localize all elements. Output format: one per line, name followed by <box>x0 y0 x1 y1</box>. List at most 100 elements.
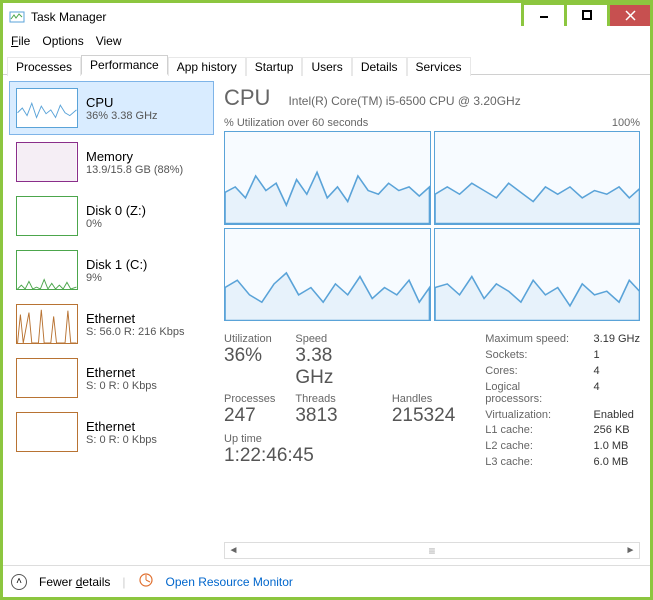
cores-k: Cores: <box>485 365 577 380</box>
sidebar-item-sub: 13.9/15.8 GB (88%) <box>86 164 183 176</box>
window-frame: Task Manager File Options View Processes… <box>0 0 653 600</box>
main-header: CPU Intel(R) Core(TM) i5-6500 CPU @ 3.20… <box>224 85 640 111</box>
sidebar-item-title: Ethernet <box>86 419 157 434</box>
utilization-value: 36% <box>224 345 275 367</box>
sockets-v: 1 <box>594 349 640 364</box>
sidebar-item-title: Ethernet <box>86 365 157 380</box>
sidebar-label: CPU 36% 3.38 GHz <box>86 88 158 128</box>
app-icon <box>9 9 25 25</box>
l2-v: 1.0 MB <box>594 440 640 455</box>
tab-services[interactable]: Services <box>407 57 471 76</box>
tab-details[interactable]: Details <box>352 57 407 76</box>
sidebar-item-sub: 9% <box>86 272 147 284</box>
scroll-track[interactable]: ≡ <box>242 544 622 558</box>
cpu-chart-grid[interactable] <box>224 131 640 321</box>
sidebar-item-ethernet0[interactable]: Ethernet S: 56.0 R: 216 Kbps <box>9 297 214 351</box>
tab-app-history[interactable]: App history <box>168 57 246 76</box>
sidebar-item-cpu[interactable]: CPU 36% 3.38 GHz <box>9 81 214 135</box>
uptime-value: 1:22:46:45 <box>224 445 455 467</box>
main-panel: CPU Intel(R) Core(TM) i5-6500 CPU @ 3.20… <box>220 81 644 559</box>
sidebar-label: Disk 1 (C:) 9% <box>86 250 147 290</box>
sidebar-item-sub: 0% <box>86 218 146 230</box>
tab-processes[interactable]: Processes <box>7 57 81 76</box>
cpu-chart-2[interactable] <box>224 228 431 322</box>
stats-area: Utilization 36% Speed 3.38 GHz Processes… <box>224 333 640 471</box>
horizontal-scrollbar[interactable]: ◄ ≡ ► <box>224 542 640 559</box>
l3-k: L3 cache: <box>485 456 577 471</box>
sidebar-item-disk1[interactable]: Disk 1 (C:) 9% <box>9 243 214 297</box>
cpu-chart-0[interactable] <box>224 131 431 225</box>
window-controls <box>524 2 653 30</box>
tab-startup[interactable]: Startup <box>246 57 303 76</box>
virt-v: Enabled <box>594 409 640 424</box>
maximize-button[interactable] <box>564 2 610 26</box>
chart-label-row: % Utilization over 60 seconds 100% <box>224 117 640 129</box>
sockets-k: Sockets: <box>485 349 577 364</box>
threads-label: Threads <box>295 393 372 405</box>
ethernet-thumb <box>16 412 78 452</box>
disk-thumb <box>16 196 78 236</box>
speed-label: Speed <box>295 333 372 345</box>
cpu-thumb <box>16 88 78 128</box>
sidebar-label: Disk 0 (Z:) 0% <box>86 196 146 236</box>
stats-right-block: Maximum speed: 3.19 GHz Sockets: 1 Cores: 4… <box>485 333 640 471</box>
sidebar-label: Ethernet S: 0 R: 0 Kbps <box>86 358 157 398</box>
separator: | <box>122 575 125 589</box>
sidebar-item-memory[interactable]: Memory 13.9/15.8 GB (88%) <box>9 135 214 189</box>
sidebar-item-ethernet2[interactable]: Ethernet S: 0 R: 0 Kbps <box>9 405 214 459</box>
l3-v: 6.0 MB <box>594 456 640 471</box>
speed-value: 3.38 GHz <box>295 345 372 389</box>
titlebar[interactable]: Task Manager <box>3 3 650 31</box>
chart-left-label: % Utilization over 60 seconds <box>224 117 368 129</box>
sidebar: CPU 36% 3.38 GHz Memory 13.9/15.8 GB (88… <box>9 81 214 559</box>
footer: ˄ Fewer details | Open Resource Monitor <box>3 565 650 597</box>
tab-users[interactable]: Users <box>302 57 351 76</box>
menu-file[interactable]: File <box>11 34 30 48</box>
sidebar-label: Ethernet S: 56.0 R: 216 Kbps <box>86 304 184 344</box>
resmon-icon <box>138 572 154 591</box>
handles-value: 215324 <box>392 405 455 427</box>
cores-v: 4 <box>594 365 640 380</box>
handles-label: Handles <box>392 393 455 405</box>
l1-k: L1 cache: <box>485 424 577 439</box>
lp-v: 4 <box>594 381 640 408</box>
sidebar-item-title: Ethernet <box>86 311 184 326</box>
tab-performance[interactable]: Performance <box>81 55 168 75</box>
menu-view[interactable]: View <box>96 34 122 48</box>
chart-right-label: 100% <box>612 117 640 129</box>
virt-k: Virtualization: <box>485 409 577 424</box>
threads-value: 3813 <box>295 405 372 427</box>
minimize-button[interactable] <box>521 2 567 26</box>
processes-label: Processes <box>224 393 275 405</box>
max-speed-k: Maximum speed: <box>485 333 577 348</box>
sidebar-item-sub: S: 56.0 R: 216 Kbps <box>86 326 184 338</box>
l1-v: 256 KB <box>594 424 640 439</box>
cpu-chart-3[interactable] <box>434 228 641 322</box>
utilization-label: Utilization <box>224 333 275 345</box>
max-speed-v: 3.19 GHz <box>594 333 640 348</box>
tabstrip: Processes Performance App history Startu… <box>3 53 650 75</box>
chevron-up-icon[interactable]: ˄ <box>11 574 27 590</box>
sidebar-item-disk0[interactable]: Disk 0 (Z:) 0% <box>9 189 214 243</box>
menu-options[interactable]: Options <box>42 34 83 48</box>
open-resource-monitor-link[interactable]: Open Resource Monitor <box>166 575 293 589</box>
scroll-left-icon[interactable]: ◄ <box>225 543 242 558</box>
sidebar-label: Ethernet S: 0 R: 0 Kbps <box>86 412 157 452</box>
window-title: Task Manager <box>31 10 106 24</box>
page-title: CPU <box>224 85 270 111</box>
stats-left-block: Utilization 36% Speed 3.38 GHz Processes… <box>224 333 455 471</box>
fewer-details-link[interactable]: Fewer details <box>39 575 110 589</box>
processes-value: 247 <box>224 405 275 427</box>
sidebar-item-ethernet1[interactable]: Ethernet S: 0 R: 0 Kbps <box>9 351 214 405</box>
scroll-right-icon[interactable]: ► <box>622 543 639 558</box>
sidebar-item-sub: S: 0 R: 0 Kbps <box>86 434 157 446</box>
sidebar-item-title: Memory <box>86 149 183 164</box>
lp-k: Logical processors: <box>485 381 577 408</box>
l2-k: L2 cache: <box>485 440 577 455</box>
cpu-chart-1[interactable] <box>434 131 641 225</box>
close-button[interactable] <box>607 2 653 26</box>
cpu-model: Intel(R) Core(TM) i5-6500 CPU @ 3.20GHz <box>288 94 520 108</box>
ethernet-thumb <box>16 304 78 344</box>
disk-thumb <box>16 250 78 290</box>
sidebar-item-title: Disk 0 (Z:) <box>86 203 146 218</box>
